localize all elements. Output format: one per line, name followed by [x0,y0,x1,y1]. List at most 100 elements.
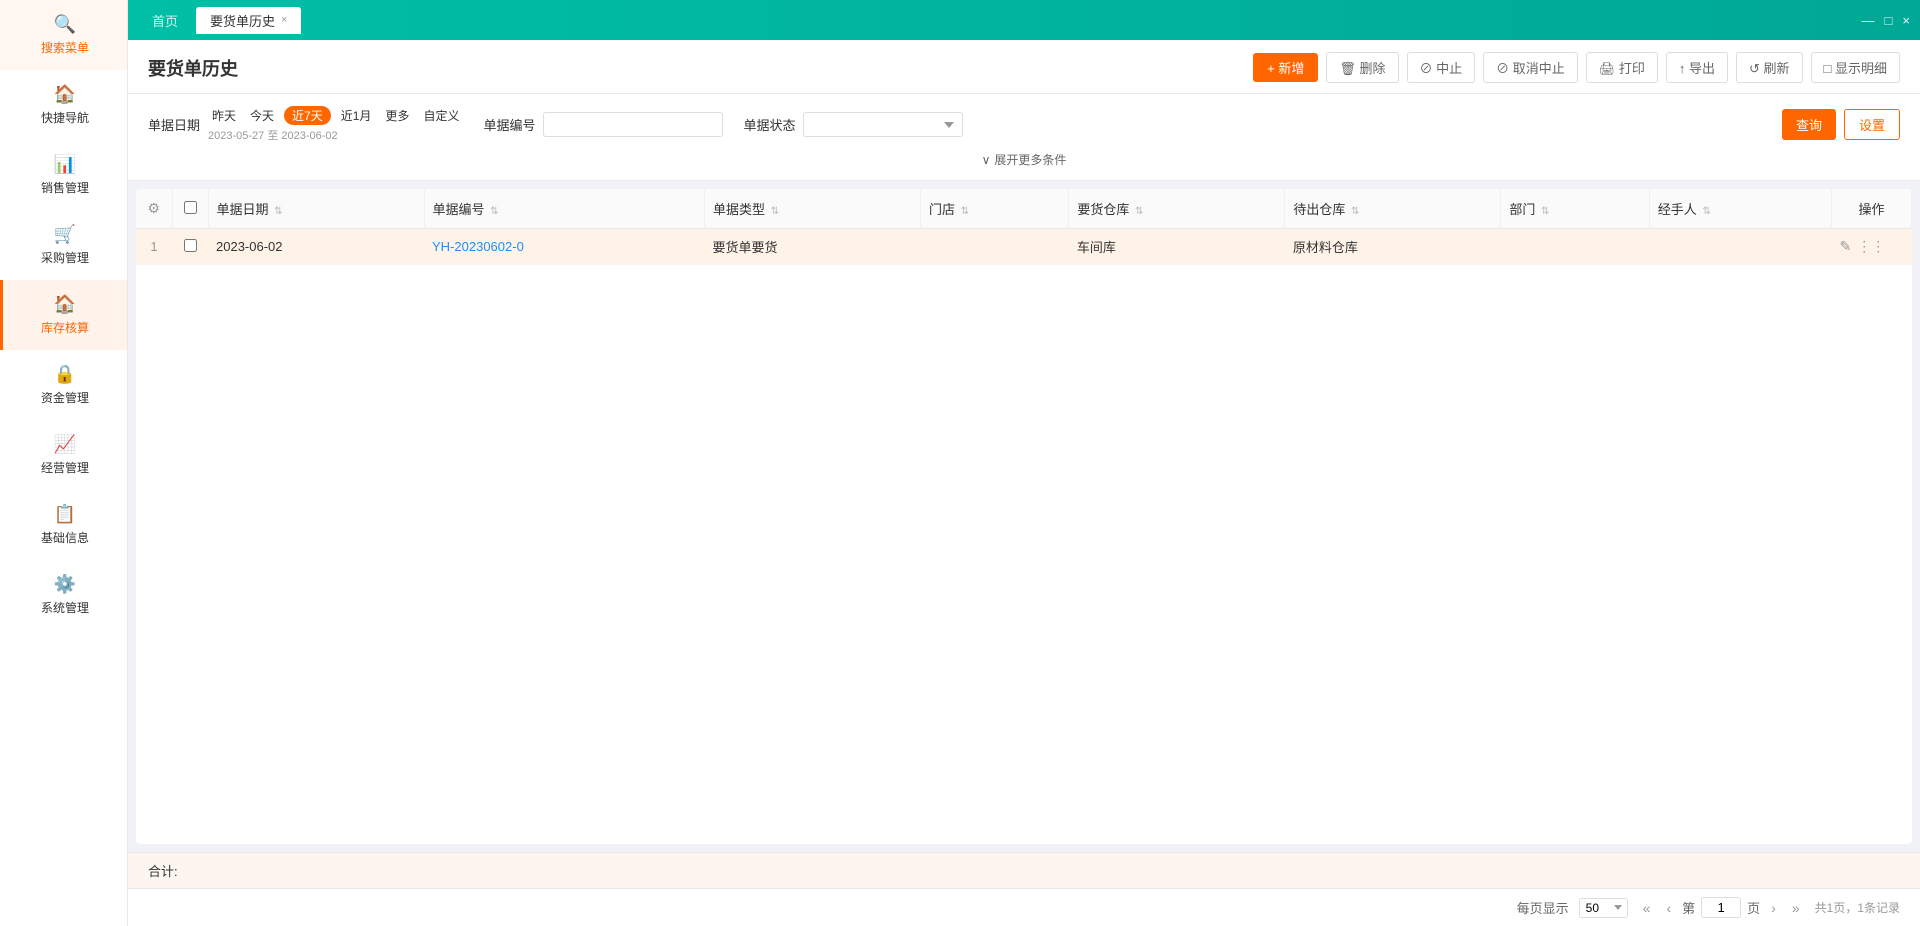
th-doc-no: 单据编号 ⇅ [424,189,704,229]
sort-doctype-icon[interactable]: ⇅ [771,206,779,217]
doc-no-filter: 单据编号 [483,112,723,137]
warehouse-icon: 🏠 [54,294,76,315]
filter-area: 单据日期 昨天 今天 近7天 近1月 更多 自定义 2023-05-27 至 2… [128,94,1920,181]
th-handler: 经手人 ⇅ [1649,189,1831,229]
doc-no-label: 单据编号 [483,115,535,134]
table-row[interactable]: 1 2023-06-02 YH-20230602-0 要货单要货 车间库 原材料… [136,229,1912,265]
sidebar-item-quick-nav[interactable]: 🏠 快捷导航 [0,70,127,140]
row-checkbox[interactable] [184,239,197,252]
th-store: 门店 ⇅ [920,189,1068,229]
cell-date: 2023-06-02 [208,229,424,265]
tab-requisition-history[interactable]: 要货单历史 × [196,7,301,34]
status-label: 单据状态 [743,115,795,134]
home-icon: 🏠 [54,84,76,105]
prev-page-btn[interactable]: ‹ [1661,898,1676,918]
cell-req-warehouse: 车间库 [1069,229,1285,265]
th-doc-type: 单据类型 ⇅ [704,189,920,229]
cell-store [920,229,1068,265]
settings-col-header: ⚙ [136,189,172,229]
sidebar-item-search[interactable]: 🔍 搜索菜单 [0,0,127,70]
sort-date-icon[interactable]: ⇅ [274,206,282,217]
page-title-row: 要货单历史 + 新增 🗑 删除 ⊘ 中止 ⊘ 取消中止 🖨 打印 ↑ 导出 ↺ … [148,52,1900,93]
chart-icon: 📊 [54,154,76,175]
sidebar-item-inventory[interactable]: 🏠 库存核算 [0,280,127,350]
last-page-btn[interactable]: » [1787,898,1805,918]
sort-dept-icon[interactable]: ⇅ [1541,206,1549,217]
th-pending-warehouse: 待出仓库 ⇅ [1285,189,1501,229]
sort-store-icon[interactable]: ⇅ [961,206,969,217]
shortcut-custom[interactable]: 自定义 [419,106,463,125]
th-date: 单据日期 ⇅ [208,189,424,229]
page-number-input[interactable] [1701,897,1741,918]
cell-ops: ✎ ⋮⋮ [1832,229,1912,265]
cart-icon: 🛒 [54,224,76,245]
tab-close-icon[interactable]: × [281,14,287,26]
cell-pending-warehouse: 原材料仓库 [1285,229,1501,265]
sort-handler-icon[interactable]: ⇅ [1702,206,1710,217]
sidebar-item-operations[interactable]: 📈 经营管理 [0,420,127,490]
print-button[interactable]: 🖨 打印 [1586,52,1658,83]
sort-docno-icon[interactable]: ⇅ [490,206,498,217]
content-area: 要货单历史 + 新增 🗑 删除 ⊘ 中止 ⊘ 取消中止 🖨 打印 ↑ 导出 ↺ … [128,40,1920,926]
th-department: 部门 ⇅ [1501,189,1649,229]
date-shortcuts-group: 昨天 今天 近7天 近1月 更多 自定义 2023-05-27 至 2023-0… [208,106,463,143]
settings-button[interactable]: 设置 [1844,109,1900,140]
export-button[interactable]: ↑ 导出 [1666,52,1728,83]
sidebar-item-purchase[interactable]: 🛒 采购管理 [0,210,127,280]
system-icon: ⚙️ [54,574,76,595]
status-filter: 单据状态 [743,112,963,137]
action-icons: ✎ ⋮⋮ [1840,238,1904,255]
doc-no-input[interactable] [543,112,723,137]
page-size-select[interactable]: 50 20 100 [1579,898,1628,918]
shortcut-today[interactable]: 今天 [246,106,278,125]
window-minimize-btn[interactable]: — [1862,13,1875,28]
cancel-stop-button[interactable]: ⊘ 取消中止 [1483,52,1578,83]
page-size-label: 每页显示 [1517,898,1569,917]
total-info: 共1页，1条记录 [1815,899,1900,916]
shortcut-more[interactable]: 更多 [381,106,413,125]
column-settings-icon[interactable]: ⚙ [147,200,160,216]
sort-reqwh-icon[interactable]: ⇅ [1135,206,1143,217]
tab-home[interactable]: 首页 [138,7,192,34]
new-button[interactable]: + 新增 [1253,53,1318,82]
shortcut-7days[interactable]: 近7天 [284,106,331,125]
th-ops: 操作 [1832,189,1912,229]
window-close-btn[interactable]: × [1902,13,1910,28]
sidebar-item-basic-info[interactable]: 📋 基础信息 [0,490,127,560]
page-header: 要货单历史 + 新增 🗑 删除 ⊘ 中止 ⊘ 取消中止 🖨 打印 ↑ 导出 ↺ … [128,40,1920,94]
window-maximize-btn[interactable]: □ [1885,13,1893,28]
show-detail-button[interactable]: □ 显示明细 [1811,52,1900,83]
first-page-btn[interactable]: « [1638,898,1656,918]
shortcut-yesterday[interactable]: 昨天 [208,106,240,125]
select-all-checkbox[interactable] [184,201,197,214]
th-req-warehouse: 要货仓库 ⇅ [1069,189,1285,229]
checkbox-col-header [172,189,208,229]
search-icon: 🔍 [54,14,76,35]
sidebar-item-sales[interactable]: 📊 销售管理 [0,140,127,210]
date-range-display: 2023-05-27 至 2023-06-02 [208,127,463,143]
expand-more-btn[interactable]: ∨ 展开更多条件 [148,151,1900,168]
filter-actions: 查询 设置 [1782,109,1900,140]
chevron-down-icon: ∨ [982,153,991,167]
topbar-right: — □ × [1862,13,1910,28]
sort-pendwh-icon[interactable]: ⇅ [1351,206,1359,217]
edit-icon[interactable]: ✎ [1840,238,1852,255]
ops-icon: 📈 [54,434,76,455]
table-body: 1 2023-06-02 YH-20230602-0 要货单要货 车间库 原材料… [136,229,1912,265]
status-select[interactable] [803,112,963,137]
doc-no-link[interactable]: YH-20230602-0 [432,239,524,254]
date-filter: 单据日期 昨天 今天 近7天 近1月 更多 自定义 2023-05-27 至 2… [148,106,463,143]
shortcut-1month[interactable]: 近1月 [337,106,376,125]
info-icon: 📋 [54,504,76,525]
stop-button[interactable]: ⊘ 中止 [1407,52,1476,83]
query-button[interactable]: 查询 [1782,109,1836,140]
next-page-btn[interactable]: › [1766,898,1781,918]
cell-doc-no: YH-20230602-0 [424,229,704,265]
delete-button[interactable]: 🗑 删除 [1326,52,1398,83]
refresh-button[interactable]: ↺ 刷新 [1736,52,1803,83]
sidebar-item-system[interactable]: ⚙️ 系统管理 [0,560,127,630]
more-icon[interactable]: ⋮⋮ [1857,238,1885,255]
page-nav: « ‹ 第 页 › » [1638,897,1805,918]
sidebar-item-finance[interactable]: 🔒 资金管理 [0,350,127,420]
filter-row: 单据日期 昨天 今天 近7天 近1月 更多 自定义 2023-05-27 至 2… [148,106,1900,143]
